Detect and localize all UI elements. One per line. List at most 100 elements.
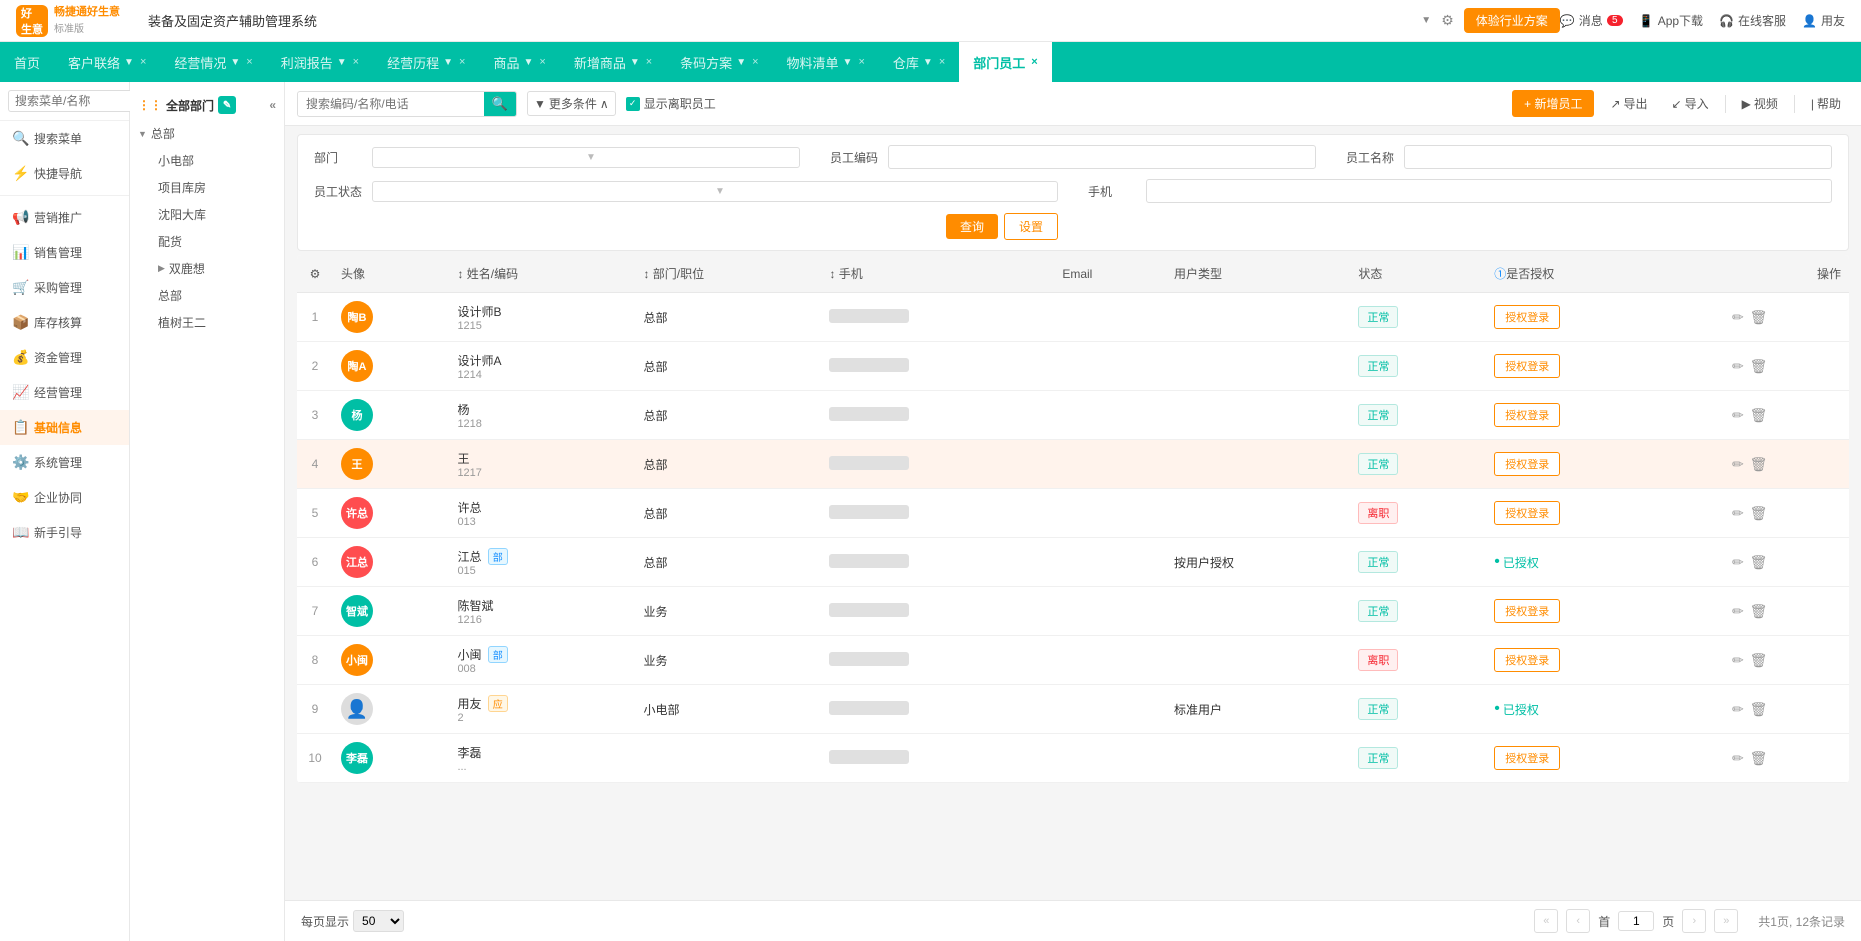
tab-history[interactable]: 经营历程 ▼× bbox=[373, 42, 479, 82]
tab-customer[interactable]: 客户联络 ▼× bbox=[54, 42, 160, 82]
filter-phone-input[interactable] bbox=[1146, 179, 1832, 203]
dept-item-zongbu-parent[interactable]: ▼ 总部 bbox=[130, 120, 284, 147]
delete-btn[interactable]: 🗑 bbox=[1750, 456, 1768, 473]
reset-button[interactable]: 设置 bbox=[1004, 213, 1058, 240]
search-submit-btn[interactable]: 🔍 bbox=[484, 92, 516, 116]
delete-btn[interactable]: 🗑 bbox=[1750, 407, 1768, 424]
delete-btn[interactable]: 🗑 bbox=[1750, 603, 1768, 620]
delete-btn[interactable]: 🗑 bbox=[1750, 505, 1768, 522]
delete-btn[interactable]: 🗑 bbox=[1750, 652, 1768, 669]
first-page-btn[interactable]: « bbox=[1534, 909, 1558, 933]
tab-warehouse[interactable]: 仓库 ▼× bbox=[879, 42, 959, 82]
sidebar-item-finance[interactable]: 💰 资金管理 bbox=[0, 340, 129, 375]
dept-item-peihuo[interactable]: 配货 bbox=[130, 228, 284, 255]
tab-home[interactable]: 首页 bbox=[0, 42, 54, 82]
next-page-btn[interactable]: › bbox=[1682, 909, 1706, 933]
col-phone[interactable]: ↕ 手机 bbox=[821, 255, 1054, 293]
auth-login-btn[interactable]: 授权登录 bbox=[1494, 354, 1560, 378]
settings-icon[interactable]: ⚙ bbox=[1441, 12, 1454, 29]
delete-btn[interactable]: 🗑 bbox=[1750, 701, 1768, 718]
query-button[interactable]: 查询 bbox=[946, 214, 998, 239]
col-name-code[interactable]: ↕ 姓名/编码 bbox=[449, 255, 635, 293]
col-settings[interactable]: ⚙ bbox=[297, 255, 333, 293]
import-btn[interactable]: ↙ 导入 bbox=[1664, 91, 1717, 116]
phone-blur bbox=[829, 750, 909, 764]
show-offline-checkbox[interactable]: ✓ 显示离职员工 bbox=[626, 95, 716, 112]
search-input[interactable] bbox=[298, 93, 484, 115]
msg-btn[interactable]: 💬 消息 5 bbox=[1560, 12, 1623, 29]
sidebar-item-system[interactable]: ⚙️ 系统管理 bbox=[0, 445, 129, 480]
edit-btn[interactable]: ✏ bbox=[1732, 652, 1744, 669]
auth-login-btn[interactable]: 授权登录 bbox=[1494, 305, 1560, 329]
export-btn[interactable]: ↗ 导出 bbox=[1602, 91, 1655, 116]
tab-operation[interactable]: 经营情况 ▼× bbox=[160, 42, 266, 82]
sidebar-item-business[interactable]: 📈 经营管理 bbox=[0, 375, 129, 410]
sidebar-item-sales[interactable]: 📊 销售管理 bbox=[0, 235, 129, 270]
auth-login-btn[interactable]: 授权登录 bbox=[1494, 501, 1560, 525]
auth-login-btn[interactable]: 授权登录 bbox=[1494, 403, 1560, 427]
edit-btn[interactable]: ✏ bbox=[1732, 750, 1744, 767]
user-btn[interactable]: 👤 用友 bbox=[1802, 12, 1845, 29]
dept-item-zhishu[interactable]: 植树王二 bbox=[130, 309, 284, 336]
app-download-btn[interactable]: 📱 App下载 bbox=[1639, 12, 1703, 29]
top-bar-right: 💬 消息 5 📱 App下载 🎧 在线客服 👤 用友 bbox=[1560, 12, 1845, 29]
tab-barcode[interactable]: 条码方案 ▼× bbox=[666, 42, 772, 82]
auth-login-btn[interactable]: 授权登录 bbox=[1494, 746, 1560, 770]
filter-empname-input[interactable] bbox=[1404, 145, 1832, 169]
table-row: 1 陶B 设计师B 1215 总部 正常 授权登录 ✏ 🗑 bbox=[297, 293, 1849, 342]
system-dropdown-icon[interactable]: ▼ bbox=[1421, 15, 1431, 26]
dept-edit-icon[interactable]: ✎ bbox=[218, 96, 236, 114]
sidebar-item-quick[interactable]: ⚡ 快捷导航 bbox=[0, 156, 129, 191]
tab-goods[interactable]: 商品 ▼× bbox=[479, 42, 559, 82]
sidebar-item-inventory[interactable]: 📦 库存核算 bbox=[0, 305, 129, 340]
edit-btn[interactable]: ✏ bbox=[1732, 309, 1744, 326]
prev-page-btn[interactable]: ‹ bbox=[1566, 909, 1590, 933]
filter-dept-select[interactable]: ▼ bbox=[372, 147, 800, 168]
status-badge: 正常 bbox=[1358, 404, 1398, 426]
dept-item-xiaodian[interactable]: 小电部 bbox=[130, 147, 284, 174]
dept-item-shuangling[interactable]: ▶ 双鹿想 bbox=[130, 255, 284, 282]
sidebar-item-collab[interactable]: 🤝 企业协同 bbox=[0, 480, 129, 515]
edit-btn[interactable]: ✏ bbox=[1732, 456, 1744, 473]
auth-login-btn[interactable]: 授权登录 bbox=[1494, 599, 1560, 623]
more-filter-btn[interactable]: ▼ 更多条件 ∧ bbox=[527, 91, 616, 116]
filter-status-select[interactable]: ▼ bbox=[372, 181, 1058, 202]
delete-btn[interactable]: 🗑 bbox=[1750, 750, 1768, 767]
add-employee-button[interactable]: + 新增员工 bbox=[1512, 90, 1594, 117]
page-input[interactable] bbox=[1618, 911, 1654, 931]
sidebar-item-purchase[interactable]: 🛒 采购管理 bbox=[0, 270, 129, 305]
last-page-btn[interactable]: » bbox=[1714, 909, 1738, 933]
delete-btn[interactable]: 🗑 bbox=[1750, 309, 1768, 326]
edit-btn[interactable]: ✏ bbox=[1732, 407, 1744, 424]
auth-login-btn[interactable]: 授权登录 bbox=[1494, 452, 1560, 476]
tab-profit[interactable]: 利润报告 ▼× bbox=[267, 42, 373, 82]
tab-employees[interactable]: 部门员工 × bbox=[959, 42, 1051, 82]
edit-btn[interactable]: ✏ bbox=[1732, 701, 1744, 718]
dept-collapse-btn[interactable]: « bbox=[269, 98, 276, 112]
video-btn[interactable]: ▶ 视频 bbox=[1734, 91, 1786, 116]
help-btn[interactable]: | 帮助 bbox=[1803, 91, 1849, 116]
edit-btn[interactable]: ✏ bbox=[1732, 603, 1744, 620]
edit-btn[interactable]: ✏ bbox=[1732, 358, 1744, 375]
delete-btn[interactable]: 🗑 bbox=[1750, 358, 1768, 375]
edit-btn[interactable]: ✏ bbox=[1732, 505, 1744, 522]
col-dept[interactable]: ↕ 部门/职位 bbox=[635, 255, 821, 293]
sidebar-item-guide[interactable]: 📖 新手引导 bbox=[0, 515, 129, 550]
per-page-select[interactable]: 50 100 200 bbox=[353, 910, 404, 932]
name-code-wrap: 江总 部 015 bbox=[457, 548, 627, 577]
auth-login-btn[interactable]: 授权登录 bbox=[1494, 648, 1560, 672]
dept-item-shenyang[interactable]: 沈阳大库 bbox=[130, 201, 284, 228]
sidebar-item-search[interactable]: 🔍 搜索菜单 bbox=[0, 121, 129, 156]
filter-empcode-input[interactable] bbox=[888, 145, 1316, 169]
online-service-btn[interactable]: 🎧 在线客服 bbox=[1719, 12, 1786, 29]
cell-avatar: 王 bbox=[333, 440, 449, 489]
dept-item-xiangmu[interactable]: 项目库房 bbox=[130, 174, 284, 201]
delete-btn[interactable]: 🗑 bbox=[1750, 554, 1768, 571]
tab-add-goods[interactable]: 新增商品 ▼× bbox=[560, 42, 666, 82]
tab-bom[interactable]: 物料清单 ▼× bbox=[773, 42, 879, 82]
edit-btn[interactable]: ✏ bbox=[1732, 554, 1744, 571]
dept-item-zongbu2[interactable]: 总部 bbox=[130, 282, 284, 309]
sidebar-item-basic[interactable]: 📋 基础信息 bbox=[0, 410, 129, 445]
trial-button[interactable]: 体验行业方案 bbox=[1464, 8, 1560, 33]
sidebar-item-marketing[interactable]: 📢 营销推广 bbox=[0, 200, 129, 235]
